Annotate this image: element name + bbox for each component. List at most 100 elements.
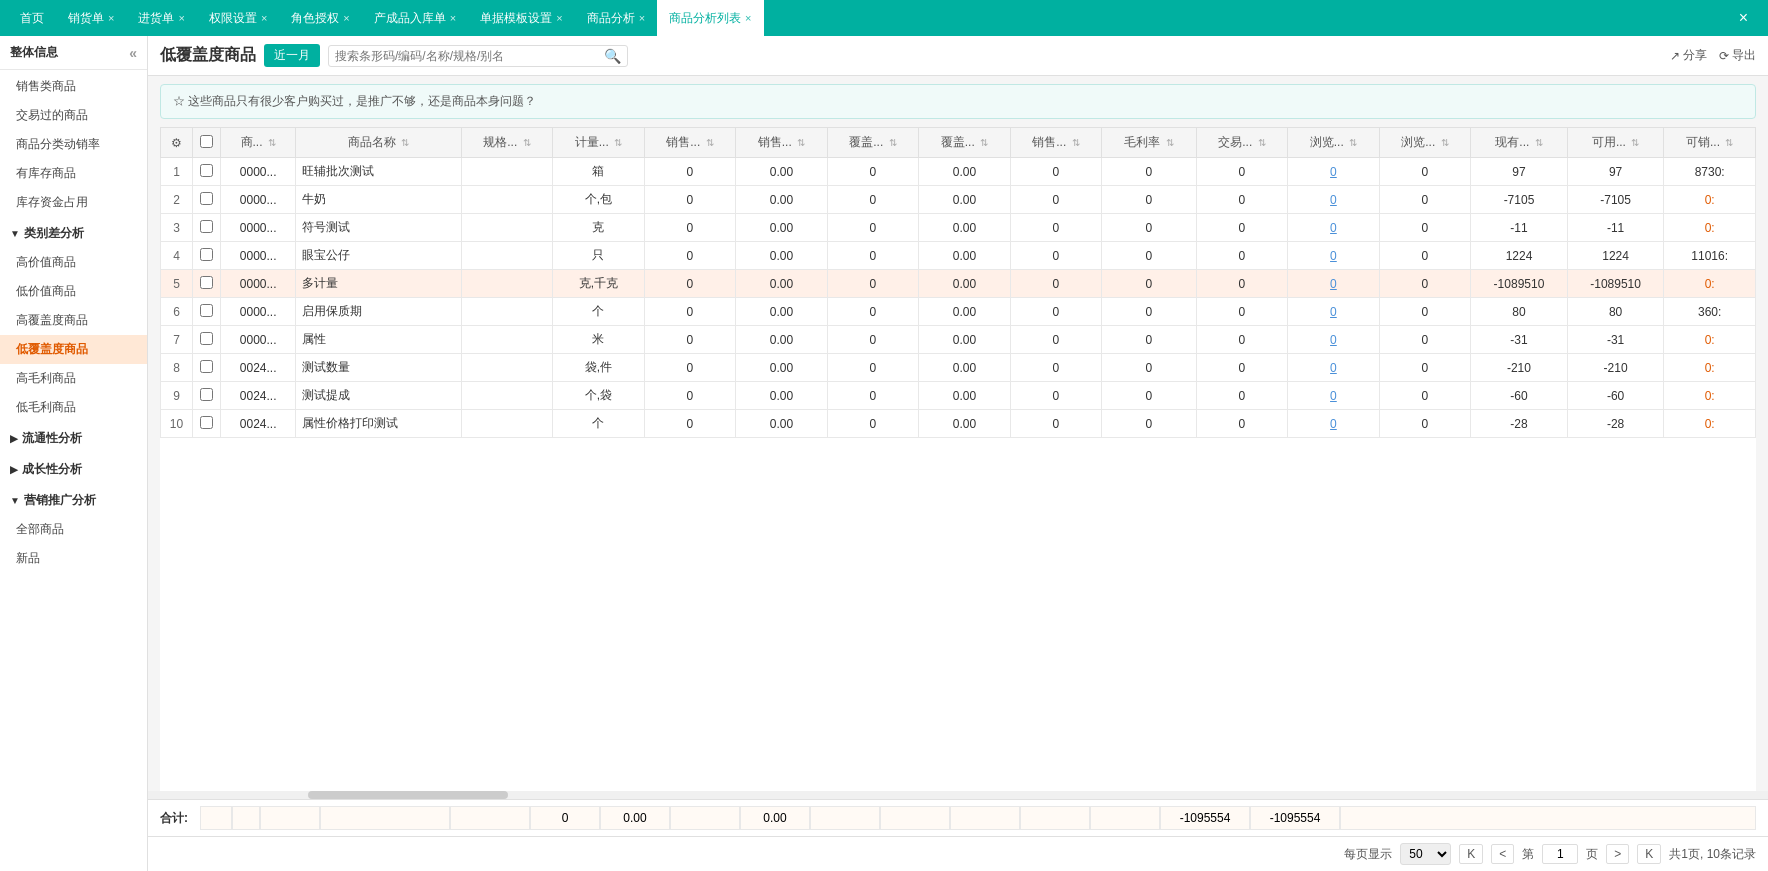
row-checkbox[interactable] <box>200 248 213 261</box>
saleable-column-header[interactable]: 可销... ⇅ <box>1664 128 1756 158</box>
close-icon[interactable]: × <box>556 12 562 24</box>
sidebar-item-high-margin[interactable]: 高毛利商品 <box>0 364 147 393</box>
checkbox-column-header[interactable] <box>193 128 221 158</box>
horizontal-scrollbar[interactable] <box>148 791 1768 799</box>
sidebar-item-low-margin[interactable]: 低毛利商品 <box>0 393 147 422</box>
sidebar-item-traded-goods[interactable]: 交易过的商品 <box>0 101 147 130</box>
row-checkbox[interactable] <box>200 220 213 233</box>
table-row: 2 0000... 牛奶 个,包 0 0.00 0 0.00 0 0 0 0 0… <box>161 186 1756 214</box>
sales-qty-column-header[interactable]: 销售... ⇅ <box>644 128 736 158</box>
view-link[interactable]: 0 <box>1330 389 1337 403</box>
sales3-column-header[interactable]: 销售... ⇅ <box>1010 128 1102 158</box>
row-view1[interactable]: 0 <box>1288 242 1380 270</box>
view1-column-header[interactable]: 浏览... ⇅ <box>1288 128 1380 158</box>
sidebar-item-low-coverage[interactable]: 低覆盖度商品 <box>0 335 147 364</box>
close-icon[interactable]: × <box>261 12 267 24</box>
search-input[interactable] <box>335 49 604 63</box>
sidebar-group-title-category[interactable]: ▼ 类别差分析 <box>0 219 147 248</box>
sidebar-group-title-marketing[interactable]: ▼ 营销推广分析 <box>0 486 147 515</box>
row-checkbox[interactable] <box>200 416 213 429</box>
close-icon[interactable]: × <box>450 12 456 24</box>
sidebar-item-stocked-goods[interactable]: 有库存商品 <box>0 159 147 188</box>
current-column-header[interactable]: 现有... ⇅ <box>1471 128 1568 158</box>
sales-amt-column-header[interactable]: 销售... ⇅ <box>736 128 828 158</box>
spec-column-header[interactable]: 规格... ⇅ <box>461 128 553 158</box>
per-page-select[interactable]: 50 20 100 200 <box>1400 843 1451 865</box>
id-column-header[interactable]: 商... ⇅ <box>221 128 296 158</box>
nav-permission[interactable]: 权限设置 × <box>197 0 279 36</box>
view-link[interactable]: 0 <box>1330 193 1337 207</box>
close-icon[interactable]: × <box>745 12 751 24</box>
row-checkbox[interactable] <box>200 360 213 373</box>
first-page-button[interactable]: K <box>1459 844 1483 864</box>
row-checkbox[interactable] <box>200 164 213 177</box>
view-link[interactable]: 0 <box>1330 417 1337 431</box>
row-checkbox[interactable] <box>200 332 213 345</box>
sidebar-group-title-growth[interactable]: ▶ 成长性分析 <box>0 455 147 484</box>
view2-column-header[interactable]: 浏览... ⇅ <box>1379 128 1471 158</box>
row-view1[interactable]: 0 <box>1288 214 1380 242</box>
share-button[interactable]: ↗ 分享 <box>1670 47 1707 64</box>
sidebar-item-high-value[interactable]: 高价值商品 <box>0 248 147 277</box>
last-page-button[interactable]: K <box>1637 844 1661 864</box>
sidebar-item-sales-goods[interactable]: 销售类商品 <box>0 72 147 101</box>
gross-column-header[interactable]: 毛利率 ⇅ <box>1102 128 1197 158</box>
total-sales-amt: 0.00 <box>600 806 670 830</box>
page-number-input[interactable] <box>1542 844 1578 864</box>
view-link[interactable]: 0 <box>1330 277 1337 291</box>
row-view1[interactable]: 0 <box>1288 186 1380 214</box>
close-icon[interactable]: × <box>343 12 349 24</box>
view-link[interactable]: 0 <box>1330 305 1337 319</box>
row-view1[interactable]: 0 <box>1288 382 1380 410</box>
nav-sales-order[interactable]: 销货单 × <box>56 0 126 36</box>
close-icon[interactable]: × <box>178 12 184 24</box>
nav-product-inbound[interactable]: 产成品入库单 × <box>362 0 468 36</box>
cover1-column-header[interactable]: 覆盖... ⇅ <box>827 128 919 158</box>
row-view1[interactable]: 0 <box>1288 354 1380 382</box>
sidebar-item-low-value[interactable]: 低价值商品 <box>0 277 147 306</box>
trade-column-header[interactable]: 交易... ⇅ <box>1196 128 1288 158</box>
nav-product-analysis[interactable]: 商品分析 × <box>575 0 657 36</box>
sidebar-item-new-goods[interactable]: 新品 <box>0 544 147 573</box>
nav-home[interactable]: 首页 <box>8 0 56 36</box>
row-checkbox[interactable] <box>200 388 213 401</box>
filter-recent-month-button[interactable]: 近一月 <box>264 44 320 67</box>
sidebar-item-all-goods[interactable]: 全部商品 <box>0 515 147 544</box>
prev-page-button[interactable]: < <box>1491 844 1514 864</box>
cover2-column-header[interactable]: 覆盖... ⇅ <box>919 128 1011 158</box>
row-checkbox[interactable] <box>200 276 213 289</box>
row-view1[interactable]: 0 <box>1288 158 1380 186</box>
sidebar-item-category-rate[interactable]: 商品分类动销率 <box>0 130 147 159</box>
available-column-header[interactable]: 可用... ⇅ <box>1567 128 1664 158</box>
sidebar-group-title-flow[interactable]: ▶ 流通性分析 <box>0 424 147 453</box>
scrollbar-thumb[interactable] <box>308 791 508 799</box>
nav-product-analysis-list[interactable]: 商品分析列表 × <box>657 0 763 36</box>
name-column-header[interactable]: 商品名称 ⇅ <box>296 128 461 158</box>
unit-column-header[interactable]: 计量... ⇅ <box>553 128 645 158</box>
sidebar-collapse-button[interactable]: « <box>129 45 137 61</box>
data-table-container[interactable]: ⚙ 商... ⇅ 商品名称 ⇅ 规格... ⇅ 计量... ⇅ 销售... ⇅ … <box>160 127 1756 791</box>
sidebar-item-inventory-capital[interactable]: 库存资金占用 <box>0 188 147 217</box>
sidebar-item-high-coverage[interactable]: 高覆盖度商品 <box>0 306 147 335</box>
close-icon[interactable]: × <box>108 12 114 24</box>
view-link[interactable]: 0 <box>1330 221 1337 235</box>
next-page-button[interactable]: > <box>1606 844 1629 864</box>
row-checkbox[interactable] <box>200 192 213 205</box>
nav-template-settings[interactable]: 单据模板设置 × <box>468 0 574 36</box>
row-view1[interactable]: 0 <box>1288 298 1380 326</box>
row-view1[interactable]: 0 <box>1288 270 1380 298</box>
view-link[interactable]: 0 <box>1330 361 1337 375</box>
view-link[interactable]: 0 <box>1330 333 1337 347</box>
export-button[interactable]: ⟳ 导出 <box>1719 47 1756 64</box>
view-link[interactable]: 0 <box>1330 249 1337 263</box>
close-icon[interactable]: × <box>639 12 645 24</box>
view-link[interactable]: 0 <box>1330 165 1337 179</box>
row-checkbox[interactable] <box>200 304 213 317</box>
nav-role-auth[interactable]: 角色授权 × <box>279 0 361 36</box>
row-view1[interactable]: 0 <box>1288 410 1380 438</box>
row-view1[interactable]: 0 <box>1288 326 1380 354</box>
nav-purchase-order[interactable]: 进货单 × <box>126 0 196 36</box>
select-all-checkbox[interactable] <box>200 135 213 148</box>
window-close-button[interactable]: × <box>1727 9 1760 27</box>
settings-column-header[interactable]: ⚙ <box>161 128 193 158</box>
